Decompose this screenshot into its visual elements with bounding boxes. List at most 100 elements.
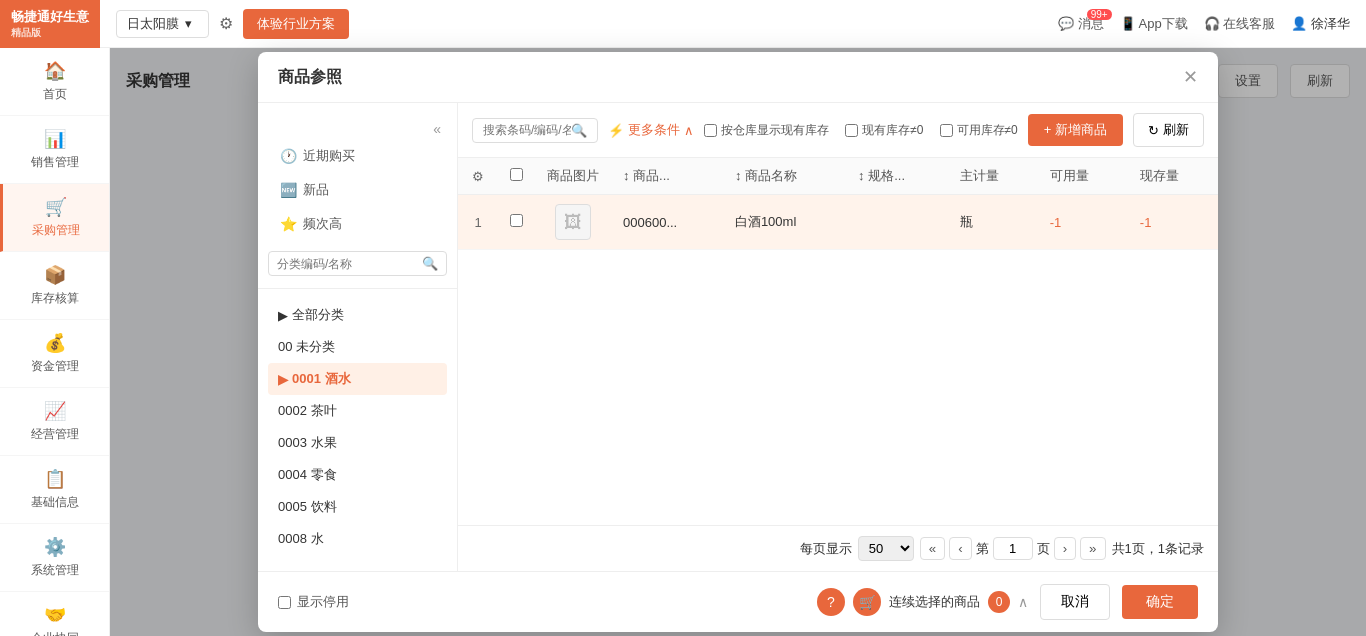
confirm-button[interactable]: 确定 (1122, 585, 1198, 619)
category-alcohol[interactable]: ▶ 0001 酒水 (268, 363, 447, 395)
enterprise-icon: 🤝 (44, 604, 66, 626)
page-size-selector: 每页显示 50 10 20 100 (800, 536, 914, 561)
sidebar-item-inventory[interactable]: 📦 库存核算 (0, 252, 109, 320)
dialog-body: « 🕐 近期购买 🆕 新品 ⭐ (258, 103, 1218, 571)
category-search-box: 🔍 (268, 251, 447, 276)
refresh-button[interactable]: ↻ 刷新 (1133, 113, 1204, 147)
category-beverage[interactable]: 0005 饮料 (268, 491, 447, 523)
settings-col-icon[interactable]: ⚙ (472, 169, 484, 184)
content-area: 采购管理 查询 设置 刷新 商品参照 ✕ (110, 48, 1366, 636)
category-tea[interactable]: 0002 茶叶 (268, 395, 447, 427)
table-row[interactable]: 1 🖼 000600... 白酒100ml (458, 195, 1218, 250)
col-spec-header[interactable]: ↕ 规格... (846, 158, 948, 195)
first-page-button[interactable]: « (920, 537, 945, 560)
product-search-box: 🔍 (472, 118, 598, 143)
quick-item-frequent[interactable]: ⭐ 频次高 (270, 209, 445, 239)
operation-icon: 📈 (44, 400, 66, 422)
add-product-button[interactable]: + 新增商品 (1028, 114, 1123, 146)
col-unit-header: 主计量 (948, 158, 1038, 195)
trial-button[interactable]: 体验行业方案 (243, 9, 349, 39)
category-water[interactable]: 0008 水 (268, 523, 447, 555)
col-checkbox-header (498, 158, 535, 195)
col-available-header: 可用量 (1038, 158, 1128, 195)
sidebar-item-operation[interactable]: 📈 经营管理 (0, 388, 109, 456)
cart-collapse-button[interactable]: ∧ (1018, 594, 1028, 610)
branch-dropdown[interactable]: 日太阳膜 ▾ (116, 10, 209, 38)
dialog-title: 商品参照 (278, 67, 342, 88)
cart-button[interactable]: 🛒 (853, 588, 881, 616)
chevron-down-icon: ▾ (185, 16, 192, 31)
show-disabled-label[interactable]: 显示停用 (278, 593, 349, 611)
stock-nonzero-checkbox-label[interactable]: 现有库存≠0 (845, 122, 923, 139)
sidebar-item-enterprise[interactable]: 🤝 企业协同 (0, 592, 109, 636)
quick-item-recent[interactable]: 🕐 近期购买 (270, 141, 445, 171)
arrow-icon: ▶ (278, 308, 288, 323)
category-appliance[interactable]: 0010 家电 (268, 555, 447, 563)
category-all[interactable]: ▶ 全部分类 (268, 299, 447, 331)
category-snack[interactable]: 0004 零食 (268, 459, 447, 491)
sidebar-item-purchase[interactable]: 🛒 采购管理 (0, 184, 109, 252)
col-stock-header: 现存量 (1128, 158, 1218, 195)
cancel-button[interactable]: 取消 (1040, 584, 1110, 620)
category-unclassified[interactable]: 00 未分类 (268, 331, 447, 363)
left-panel: « 🕐 近期购买 🆕 新品 ⭐ (258, 103, 458, 571)
app-download-button[interactable]: 📱 App下载 (1120, 15, 1188, 33)
col-name-header[interactable]: ↕ 商品名称 (723, 158, 846, 195)
product-table: ⚙ 商品图片 ↕ 商品... ↕ 商品名称 ↕ 规格... (458, 158, 1218, 250)
category-search-input[interactable] (277, 257, 422, 271)
col-num-header: ⚙ (458, 158, 498, 195)
cart-info: ? 🛒 连续选择的商品 0 ∧ (817, 588, 1028, 616)
home-icon: 🏠 (44, 60, 66, 82)
sidebar-item-basic[interactable]: 📋 基础信息 (0, 456, 109, 524)
new-icon: 🆕 (280, 182, 297, 198)
product-reference-dialog: 商品参照 ✕ « 🕐 近期购买 (258, 52, 1218, 632)
available-nonzero-checkbox-label[interactable]: 可用库存≠0 (940, 122, 1018, 139)
sidebar-item-system[interactable]: ⚙️ 系统管理 (0, 524, 109, 592)
customer-service-button[interactable]: 🎧 在线客服 (1204, 15, 1276, 33)
sidebar-item-finance[interactable]: 💰 资金管理 (0, 320, 109, 388)
row-checkbox[interactable] (498, 195, 535, 250)
row-code: 000600... (611, 195, 723, 250)
finance-icon: 💰 (44, 332, 66, 354)
quick-item-new[interactable]: 🆕 新品 (270, 175, 445, 205)
row-num: 1 (458, 195, 498, 250)
available-nonzero-checkbox[interactable] (940, 124, 953, 137)
frequent-icon: ⭐ (280, 216, 297, 232)
search-orange-icon: 🔍 (571, 123, 587, 138)
category-fruit[interactable]: 0003 水果 (268, 427, 447, 459)
page-number-input[interactable] (993, 537, 1033, 560)
page-size-select[interactable]: 50 10 20 100 (858, 536, 914, 561)
show-disabled-checkbox[interactable] (278, 596, 291, 609)
inventory-icon: 📦 (44, 264, 66, 286)
settings-icon[interactable]: ⚙ (219, 14, 233, 33)
table-header-row: ⚙ 商品图片 ↕ 商品... ↕ 商品名称 ↕ 规格... (458, 158, 1218, 195)
select-all-checkbox[interactable] (510, 168, 523, 181)
topbar-right: 💬 消息 99+ 📱 App下载 🎧 在线客服 👤 徐泽华 (1058, 15, 1350, 33)
dialog-footer: 显示停用 ? 🛒 连续选择的商品 0 ∧ 取消 确定 (258, 571, 1218, 632)
sidebar-item-home[interactable]: 🏠 首页 (0, 48, 109, 116)
row-image: 🖼 (535, 195, 611, 250)
user-avatar[interactable]: 👤 徐泽华 (1291, 15, 1350, 33)
sidebar-item-sales[interactable]: 📊 销售管理 (0, 116, 109, 184)
filter-button[interactable]: ⚡ 更多条件 ∧ (608, 121, 694, 139)
logo: 畅捷通好生意 精品版 (0, 0, 100, 48)
refresh-icon: ↻ (1148, 123, 1159, 138)
product-search-input[interactable] (483, 123, 571, 137)
last-page-button[interactable]: » (1080, 537, 1105, 560)
help-icon[interactable]: ? (817, 588, 845, 616)
col-code-header[interactable]: ↕ 商品... (611, 158, 723, 195)
warehouse-checkbox[interactable] (704, 124, 717, 137)
recent-icon: 🕐 (280, 148, 297, 164)
warehouse-checkbox-label[interactable]: 按仓库显示现有库存 (704, 122, 829, 139)
dialog-header: 商品参照 ✕ (258, 52, 1218, 103)
stock-nonzero-checkbox[interactable] (845, 124, 858, 137)
message-button[interactable]: 💬 消息 99+ (1058, 15, 1104, 33)
purchase-icon: 🛒 (45, 196, 67, 218)
prev-page-button[interactable]: ‹ (949, 537, 971, 560)
next-page-button[interactable]: › (1054, 537, 1076, 560)
topbar: 畅捷通好生意 精品版 日太阳膜 ▾ ⚙ 体验行业方案 💬 消息 99+ 📱 Ap… (0, 0, 1366, 48)
footer-left: 显示停用 (278, 593, 349, 611)
panel-collapse-button[interactable]: « (433, 121, 441, 137)
dialog-close-button[interactable]: ✕ (1183, 66, 1198, 88)
sales-icon: 📊 (44, 128, 66, 150)
